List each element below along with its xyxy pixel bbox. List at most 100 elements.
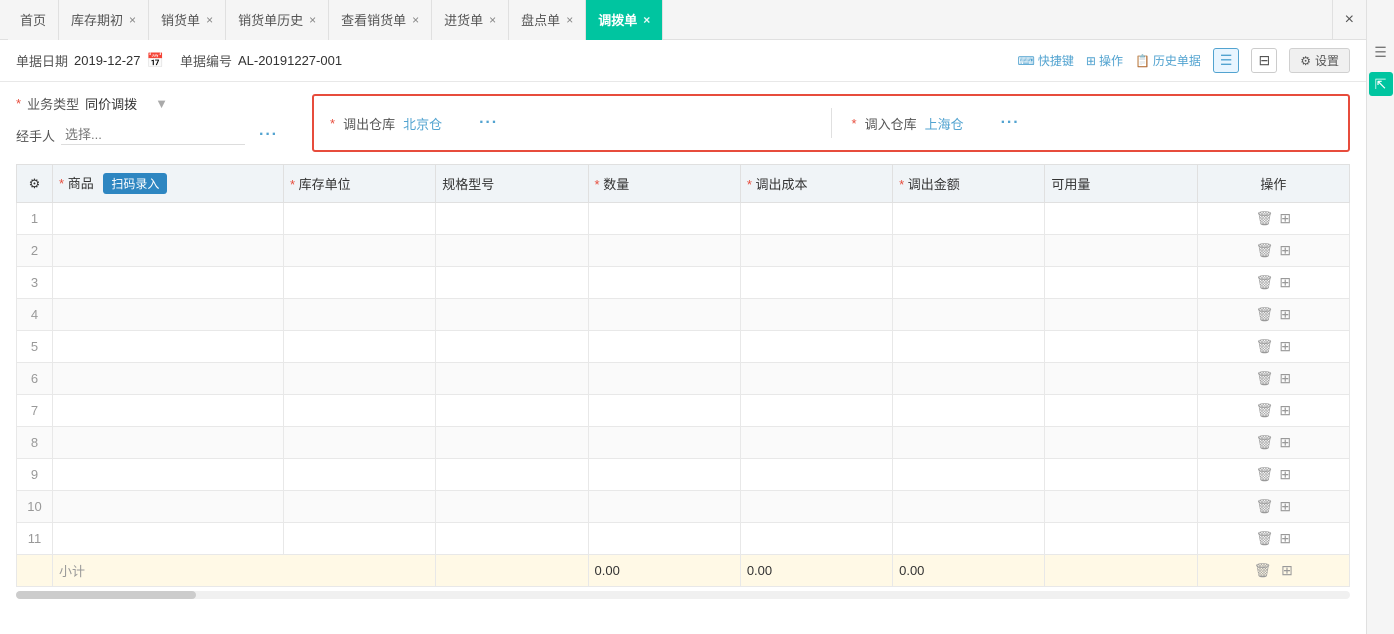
row-product-2[interactable] bbox=[53, 235, 284, 267]
row-available-8[interactable] bbox=[1045, 427, 1197, 459]
out-warehouse-value[interactable]: 北京仓 bbox=[403, 114, 463, 133]
row-available-7[interactable] bbox=[1045, 395, 1197, 427]
copy-icon-5[interactable]: ⊞ bbox=[1279, 338, 1291, 354]
layout-btn-1[interactable]: ☰ bbox=[1213, 48, 1240, 73]
scan-btn[interactable]: 扫码录入 bbox=[103, 173, 167, 194]
row-product-4[interactable] bbox=[53, 299, 284, 331]
in-warehouse-more[interactable]: ··· bbox=[1001, 114, 1020, 132]
row-product-3[interactable] bbox=[53, 267, 284, 299]
row-available-6[interactable] bbox=[1045, 363, 1197, 395]
copy-icon-6[interactable]: ⊞ bbox=[1279, 370, 1291, 386]
copy-icon-7[interactable]: ⊞ bbox=[1279, 402, 1291, 418]
tab-home[interactable]: 首页 bbox=[8, 0, 59, 40]
row-unit-6[interactable] bbox=[283, 363, 435, 395]
copy-icon-8[interactable]: ⊞ bbox=[1279, 434, 1291, 450]
scrollbar-track[interactable] bbox=[16, 591, 1350, 599]
close-view-sales[interactable]: × bbox=[412, 13, 419, 27]
row-qty-3[interactable] bbox=[588, 267, 740, 299]
close-inventory-check[interactable]: × bbox=[566, 13, 573, 27]
row-spec-4[interactable] bbox=[436, 299, 588, 331]
copy-icon-1[interactable]: ⊞ bbox=[1279, 210, 1291, 226]
row-amount-8[interactable] bbox=[893, 427, 1045, 459]
row-unit-11[interactable] bbox=[283, 523, 435, 555]
row-amount-11[interactable] bbox=[893, 523, 1045, 555]
row-spec-11[interactable] bbox=[436, 523, 588, 555]
row-cost-6[interactable] bbox=[740, 363, 892, 395]
copy-icon-9[interactable]: ⊞ bbox=[1279, 466, 1291, 482]
history-link[interactable]: 📋 历史单据 bbox=[1135, 52, 1201, 69]
layout-btn-2[interactable]: ⊟ bbox=[1251, 48, 1277, 73]
business-type-value[interactable]: 同价调拨 bbox=[85, 94, 145, 113]
tab-sales-history[interactable]: 销货单历史 × bbox=[226, 0, 329, 40]
out-warehouse-more[interactable]: ··· bbox=[479, 114, 498, 132]
row-qty-6[interactable] bbox=[588, 363, 740, 395]
tab-inventory-init[interactable]: 库存期初 × bbox=[59, 0, 149, 40]
row-unit-7[interactable] bbox=[283, 395, 435, 427]
row-spec-1[interactable] bbox=[436, 203, 588, 235]
row-available-4[interactable] bbox=[1045, 299, 1197, 331]
copy-icon-10[interactable]: ⊞ bbox=[1279, 498, 1291, 514]
copy-icon-2[interactable]: ⊞ bbox=[1279, 242, 1291, 258]
delete-icon-4[interactable]: 🗑 bbox=[1256, 306, 1274, 322]
row-unit-5[interactable] bbox=[283, 331, 435, 363]
copy-icon-11[interactable]: ⊞ bbox=[1279, 530, 1291, 546]
row-amount-2[interactable] bbox=[893, 235, 1045, 267]
row-qty-2[interactable] bbox=[588, 235, 740, 267]
row-spec-3[interactable] bbox=[436, 267, 588, 299]
close-transfer-order[interactable]: × bbox=[643, 13, 650, 27]
shortcut-link[interactable]: ⌨ 快捷键 bbox=[1018, 52, 1074, 69]
row-spec-2[interactable] bbox=[436, 235, 588, 267]
row-amount-5[interactable] bbox=[893, 331, 1045, 363]
delete-icon-2[interactable]: 🗑 bbox=[1256, 242, 1274, 258]
subtotal-delete-icon[interactable]: 🗑 bbox=[1254, 562, 1272, 578]
tab-inventory-check[interactable]: 盘点单 × bbox=[509, 0, 586, 40]
close-sales-history[interactable]: × bbox=[309, 13, 316, 27]
row-product-5[interactable] bbox=[53, 331, 284, 363]
delete-icon-11[interactable]: 🗑 bbox=[1256, 530, 1274, 546]
row-cost-8[interactable] bbox=[740, 427, 892, 459]
close-sales-order[interactable]: × bbox=[206, 13, 213, 27]
row-cost-1[interactable] bbox=[740, 203, 892, 235]
row-cost-10[interactable] bbox=[740, 491, 892, 523]
row-cost-3[interactable] bbox=[740, 267, 892, 299]
row-cost-11[interactable] bbox=[740, 523, 892, 555]
calendar-icon[interactable]: 📅 bbox=[147, 52, 164, 69]
tab-view-sales[interactable]: 查看销货单 × bbox=[329, 0, 432, 40]
operations-link[interactable]: ⊞ 操作 bbox=[1086, 52, 1123, 69]
row-cost-4[interactable] bbox=[740, 299, 892, 331]
row-available-11[interactable] bbox=[1045, 523, 1197, 555]
row-unit-10[interactable] bbox=[283, 491, 435, 523]
row-available-10[interactable] bbox=[1045, 491, 1197, 523]
handler-more-btn[interactable]: ··· bbox=[259, 126, 278, 144]
row-product-9[interactable] bbox=[53, 459, 284, 491]
close-inventory-init[interactable]: × bbox=[129, 13, 136, 27]
delete-icon-7[interactable]: 🗑 bbox=[1256, 402, 1274, 418]
row-qty-9[interactable] bbox=[588, 459, 740, 491]
row-product-8[interactable] bbox=[53, 427, 284, 459]
delete-icon-10[interactable]: 🗑 bbox=[1256, 498, 1274, 514]
row-unit-1[interactable] bbox=[283, 203, 435, 235]
row-available-2[interactable] bbox=[1045, 235, 1197, 267]
close-all-tabs[interactable]: × bbox=[1332, 0, 1366, 40]
sidebar-list-icon[interactable]: ☰ bbox=[1369, 40, 1393, 64]
row-amount-7[interactable] bbox=[893, 395, 1045, 427]
row-amount-1[interactable] bbox=[893, 203, 1045, 235]
row-spec-10[interactable] bbox=[436, 491, 588, 523]
row-available-3[interactable] bbox=[1045, 267, 1197, 299]
row-spec-6[interactable] bbox=[436, 363, 588, 395]
scrollbar-thumb[interactable] bbox=[16, 591, 196, 599]
row-qty-5[interactable] bbox=[588, 331, 740, 363]
row-qty-10[interactable] bbox=[588, 491, 740, 523]
row-unit-2[interactable] bbox=[283, 235, 435, 267]
row-spec-9[interactable] bbox=[436, 459, 588, 491]
row-product-6[interactable] bbox=[53, 363, 284, 395]
row-qty-8[interactable] bbox=[588, 427, 740, 459]
row-unit-3[interactable] bbox=[283, 267, 435, 299]
sidebar-export-icon[interactable]: ⇱ bbox=[1369, 72, 1393, 96]
business-type-dropdown[interactable]: ▼ bbox=[155, 96, 168, 111]
tab-sales-order[interactable]: 销货单 × bbox=[149, 0, 226, 40]
delete-icon-6[interactable]: 🗑 bbox=[1256, 370, 1274, 386]
row-product-7[interactable] bbox=[53, 395, 284, 427]
row-amount-6[interactable] bbox=[893, 363, 1045, 395]
delete-icon-3[interactable]: 🗑 bbox=[1256, 274, 1274, 290]
